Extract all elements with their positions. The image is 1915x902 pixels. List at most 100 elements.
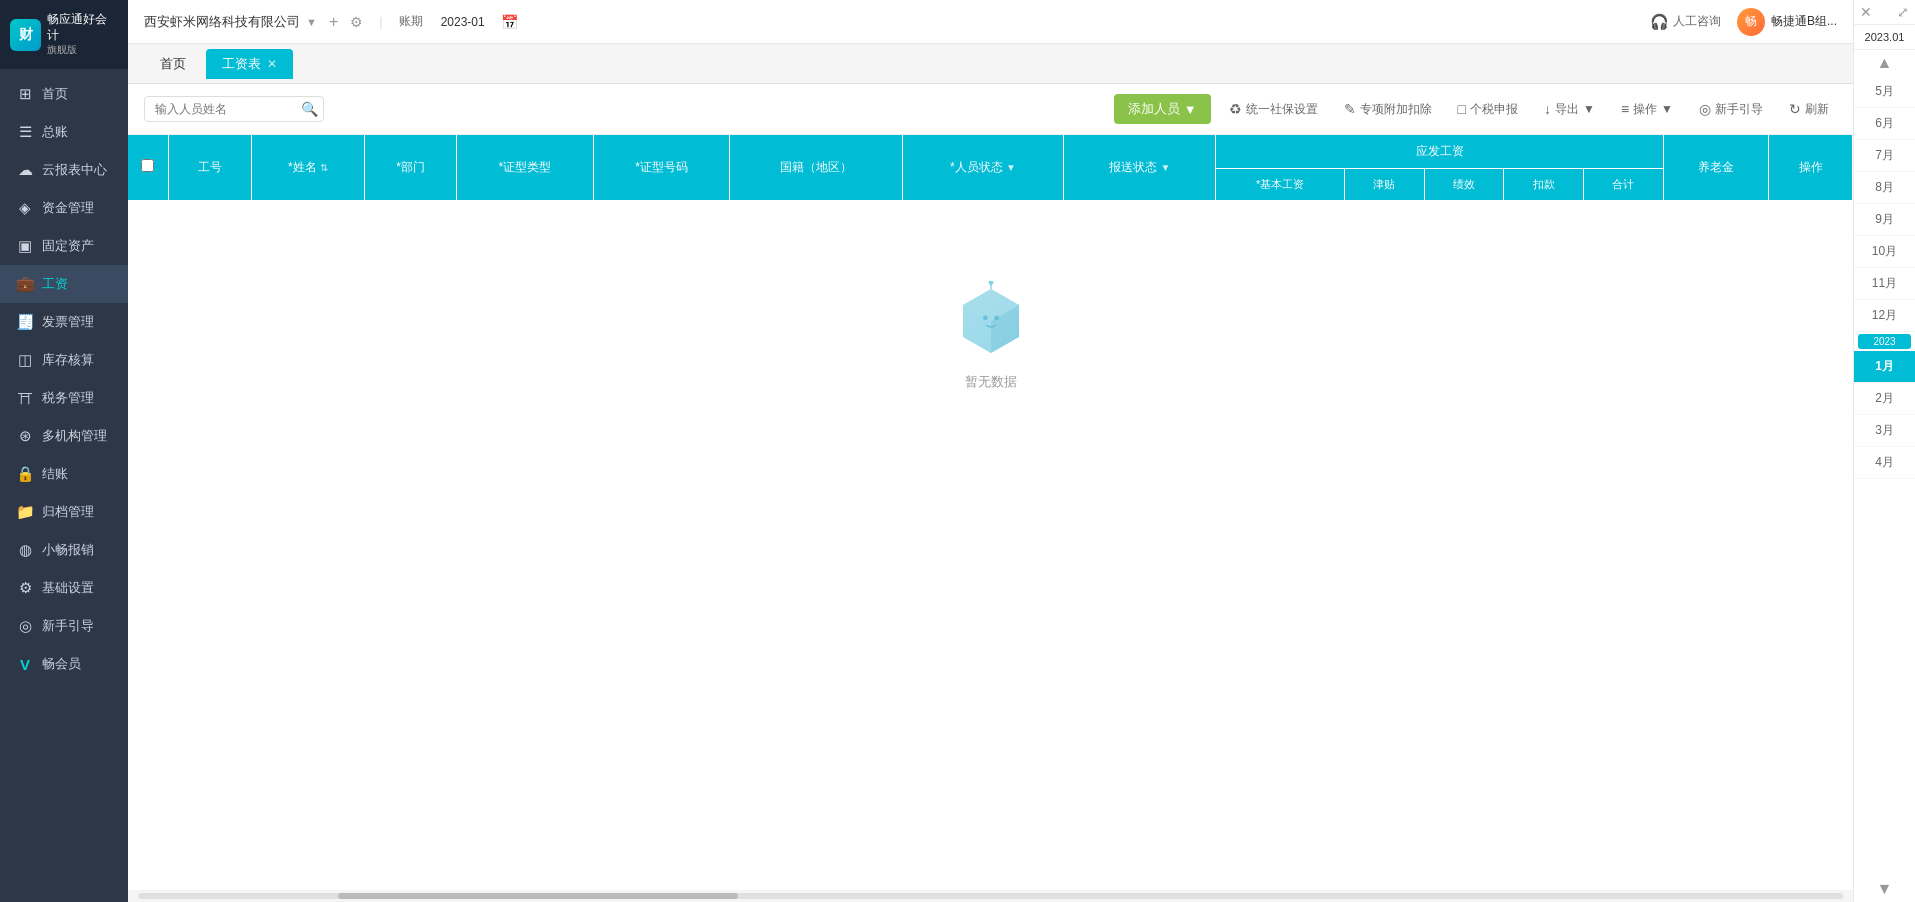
refresh-icon: ↻	[1789, 101, 1801, 117]
sidebar-item-label: 固定资产	[42, 237, 94, 255]
search-input[interactable]	[155, 102, 295, 116]
search-box[interactable]: 🔍	[144, 96, 324, 122]
empty-state: 暂无数据	[128, 201, 1853, 471]
refresh-btn[interactable]: ↻ 刷新	[1781, 97, 1837, 122]
sidebar-item-multi-org[interactable]: ⊛ 多机构管理	[0, 417, 128, 455]
export-btn[interactable]: ↓ 导出 ▼	[1536, 97, 1603, 122]
month-item-3[interactable]: 3月	[1854, 415, 1915, 447]
sidebar-item-home[interactable]: ⊞ 首页	[0, 75, 128, 113]
app-name: 畅应通好会计	[47, 12, 118, 43]
status-filter-icon[interactable]: ▼	[1006, 162, 1016, 173]
sidebar-item-label: 畅会员	[42, 655, 81, 673]
cloud-icon: ☁	[16, 161, 34, 179]
calendar-icon[interactable]: 📅	[501, 14, 518, 30]
app-sub: 旗舰版	[47, 43, 118, 57]
month-item-11[interactable]: 11月	[1854, 268, 1915, 300]
tab-close-icon[interactable]: ✕	[267, 57, 277, 71]
sidebar-item-label: 工资	[42, 275, 68, 293]
guide-icon: ◎	[16, 617, 34, 635]
month-item-1-current[interactable]: 1月	[1854, 351, 1915, 383]
sidebar-item-label: 云报表中心	[42, 161, 107, 179]
add-company-btn[interactable]: +	[329, 13, 338, 31]
sidebar-item-vip[interactable]: V 畅会员	[0, 645, 128, 683]
th-employee-id: 工号	[168, 135, 251, 200]
report-filter-icon[interactable]: ▼	[1160, 162, 1170, 173]
month-item-6[interactable]: 6月	[1854, 108, 1915, 140]
settings-icon[interactable]: ⚙	[350, 14, 363, 30]
th-action: 操作	[1769, 135, 1853, 200]
scroll-track[interactable]	[138, 893, 1843, 899]
panel-expand-btn[interactable]: ⤢	[1897, 4, 1909, 20]
sidebar-item-label: 多机构管理	[42, 427, 107, 445]
sidebar-item-settings[interactable]: ⚙ 基础设置	[0, 569, 128, 607]
logo-icon: 财	[10, 19, 41, 51]
sidebar-item-cloud-report[interactable]: ☁ 云报表中心	[0, 151, 128, 189]
company-selector[interactable]: 西安虾米网络科技有限公司 ▼	[144, 13, 317, 31]
th-performance: 绩效	[1424, 169, 1504, 201]
select-all-checkbox[interactable]	[141, 159, 154, 172]
fund-icon: ◈	[16, 199, 34, 217]
bottom-scroll	[128, 890, 1853, 902]
special-deduct-btn[interactable]: ✎ 专项附加扣除	[1336, 97, 1440, 122]
sidebar-item-label: 税务管理	[42, 389, 94, 407]
th-base-salary: *基本工资	[1216, 169, 1344, 201]
social-security-btn[interactable]: ♻ 统一社保设置	[1221, 97, 1326, 122]
guide-icon: ◎	[1699, 101, 1711, 117]
service-btn[interactable]: 🎧 人工咨询	[1650, 13, 1721, 31]
tax-report-btn[interactable]: □ 个税申报	[1450, 97, 1526, 122]
th-checkbox[interactable]	[128, 135, 168, 200]
multi-org-icon: ⊛	[16, 427, 34, 445]
empty-icon	[951, 281, 1031, 361]
tabbar: 首页 工资表 ✕	[128, 44, 1853, 84]
sidebar-item-salary[interactable]: 💼 工资	[0, 265, 128, 303]
month-list: 5月 6月 7月 8月 9月 10月 11月 12月 2023 1月 2月 3月…	[1854, 76, 1915, 876]
sidebar-item-closing[interactable]: 🔒 结账	[0, 455, 128, 493]
sidebar-item-label: 库存核算	[42, 351, 94, 369]
expense-icon: ◍	[16, 541, 34, 559]
user-name: 畅捷通B组...	[1771, 13, 1837, 30]
scroll-thumb[interactable]	[338, 893, 738, 899]
sort-icon[interactable]: ⇅	[320, 162, 328, 173]
sidebar-item-fund-management[interactable]: ◈ 资金管理	[0, 189, 128, 227]
sidebar-item-general-ledger[interactable]: ☰ 总账	[0, 113, 128, 151]
settings-icon: ⚙	[16, 579, 34, 597]
assets-icon: ▣	[16, 237, 34, 255]
social-security-icon: ♻	[1229, 101, 1242, 117]
user-info[interactable]: 畅 畅捷通B组...	[1737, 8, 1837, 36]
sidebar-item-archive[interactable]: 📁 归档管理	[0, 493, 128, 531]
th-total: 合计	[1584, 169, 1664, 201]
month-item-7[interactable]: 7月	[1854, 140, 1915, 172]
sidebar-item-expense[interactable]: ◍ 小畅报销	[0, 531, 128, 569]
month-item-10[interactable]: 10月	[1854, 236, 1915, 268]
month-item-9[interactable]: 9月	[1854, 204, 1915, 236]
tab-salary[interactable]: 工资表 ✕	[206, 49, 293, 79]
month-item-8[interactable]: 8月	[1854, 172, 1915, 204]
inventory-icon: ◫	[16, 351, 34, 369]
table-wrapper: 工号 *姓名 ⇅ *部门 *证型类型 *证型号码 国籍（地区） *人员状态 ▼	[128, 135, 1853, 890]
home-icon: ⊞	[16, 85, 34, 103]
month-item-12[interactable]: 12月	[1854, 300, 1915, 332]
tax-icon: ⛩	[16, 390, 34, 407]
month-item-5[interactable]: 5月	[1854, 76, 1915, 108]
user-avatar: 畅	[1737, 8, 1765, 36]
operations-btn[interactable]: ≡ 操作 ▼	[1613, 97, 1681, 122]
th-department: *部门	[365, 135, 457, 200]
guide-btn[interactable]: ◎ 新手引导	[1691, 97, 1771, 122]
th-pension: 养老金	[1663, 135, 1769, 200]
toolbar: 🔍 添加人员 ▼ ♻ 统一社保设置 ✎ 专项附加扣除 □ 个税申报	[128, 84, 1853, 135]
sidebar-item-invoice[interactable]: 🧾 发票管理	[0, 303, 128, 341]
sidebar-item-guide[interactable]: ◎ 新手引导	[0, 607, 128, 645]
add-person-btn[interactable]: 添加人员 ▼	[1114, 94, 1211, 124]
tab-home[interactable]: 首页	[144, 49, 202, 79]
sidebar-item-tax[interactable]: ⛩ 税务管理	[0, 379, 128, 417]
month-item-2[interactable]: 2月	[1854, 383, 1915, 415]
sidebar-item-inventory[interactable]: ◫ 库存核算	[0, 341, 128, 379]
panel-down-arrow[interactable]: ▼	[1854, 876, 1915, 902]
sidebar-item-label: 新手引导	[42, 617, 94, 635]
sidebar-item-fixed-assets[interactable]: ▣ 固定资产	[0, 227, 128, 265]
panel-up-arrow[interactable]: ▲	[1854, 50, 1915, 76]
sidebar-item-label: 基础设置	[42, 579, 94, 597]
export-dropdown-icon: ▼	[1583, 102, 1595, 116]
month-item-4[interactable]: 4月	[1854, 447, 1915, 479]
panel-close-btn[interactable]: ✕	[1860, 4, 1872, 20]
